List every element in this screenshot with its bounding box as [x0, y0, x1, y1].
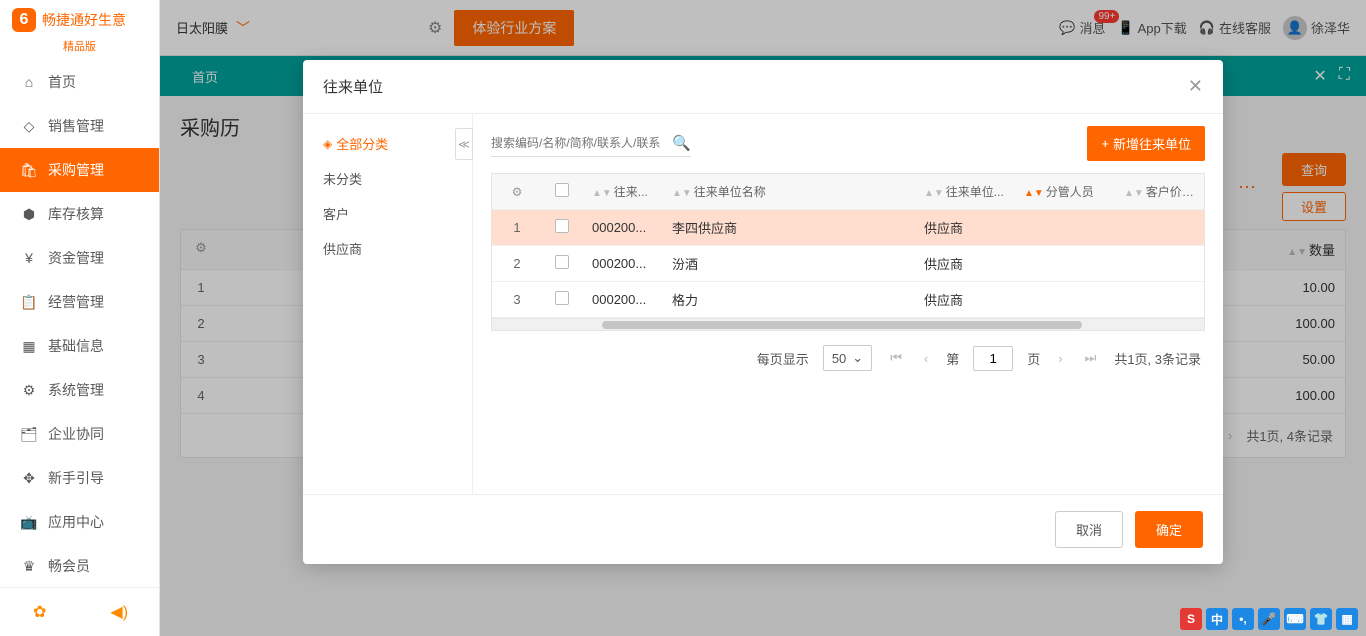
ime-keyboard-icon[interactable]: ⌨: [1284, 608, 1306, 630]
modal-actions: 取消 确定: [303, 494, 1223, 564]
ime-mic-icon[interactable]: 🎤: [1258, 608, 1280, 630]
close-icon[interactable]: ✕: [1188, 76, 1203, 97]
nav-item-11[interactable]: ♛畅会员: [0, 544, 159, 587]
nav-item-10[interactable]: 📺应用中心: [0, 500, 159, 544]
per-page-label: 每页显示: [757, 349, 809, 368]
col-type[interactable]: ▲▼往来单位...: [914, 175, 1014, 208]
nav-item-1[interactable]: ◇销售管理: [0, 104, 159, 148]
modal: 往来单位 ✕ ≪ ◈ 全部分类 未分类 客户 供应商: [303, 60, 1223, 564]
nav-icon: ⚙: [20, 381, 38, 399]
table-header: ⚙ ▲▼往来... ▲▼往来单位名称 ▲▼往来单位... ▲▼分管人员 ▲▼客户…: [492, 174, 1204, 210]
modal-content: 🔍 + 新增往来单位 ⚙ ▲▼往来...: [473, 114, 1223, 494]
pagination-summary: 共1页, 3条记录: [1114, 349, 1201, 368]
nav-icon: ✥: [20, 469, 38, 487]
row-checkbox[interactable]: [555, 255, 569, 269]
ime-zh-icon[interactable]: 中: [1206, 608, 1228, 630]
plus-icon: +: [1101, 136, 1109, 151]
search-icon[interactable]: 🔍: [672, 134, 691, 152]
nav-icon: ¥: [20, 249, 38, 267]
main: 日太阳膜 ﹀ ⚙ 体验行业方案 💬 消息 99+ 📱 App下载 🎧 在线客服 …: [160, 0, 1366, 636]
nav-icon: 🗂: [20, 425, 38, 443]
collapse-icon[interactable]: ◀): [80, 588, 160, 636]
nav-icon: 🛍: [20, 161, 38, 179]
ime-tool-icon[interactable]: ▦: [1336, 608, 1358, 630]
search-input-wrapper: 🔍: [491, 130, 691, 157]
col-price[interactable]: ▲▼客户价格...: [1114, 175, 1204, 208]
folder-icon: ◈: [323, 137, 332, 151]
page-first-icon[interactable]: ⏮: [886, 350, 906, 366]
nav-item-8[interactable]: 🗂企业协同: [0, 412, 159, 456]
modal-title: 往来单位: [323, 76, 383, 97]
logo-text: 畅捷通好生意: [42, 10, 126, 30]
sidebar: 6 畅捷通好生意 精品版 ⌂首页◇销售管理🛍采购管理⬢库存核算¥资金管理📋经营管…: [0, 0, 160, 636]
sidebar-footer: ✿ ◀): [0, 587, 159, 636]
category-uncategorized[interactable]: 未分类: [303, 161, 472, 196]
nav-item-0[interactable]: ⌂首页: [0, 60, 159, 104]
nav-icon: ▦: [20, 337, 38, 355]
add-unit-button[interactable]: + 新增往来单位: [1087, 126, 1205, 161]
select-all-checkbox[interactable]: [555, 183, 569, 197]
settings-icon[interactable]: ✿: [0, 588, 80, 636]
ime-s-icon[interactable]: S: [1180, 608, 1202, 630]
category-supplier[interactable]: 供应商: [303, 231, 472, 266]
nav-item-9[interactable]: ✥新手引导: [0, 456, 159, 500]
table-row[interactable]: 1 000200... 李四供应商 供应商: [492, 210, 1204, 246]
col-manager[interactable]: ▲▼分管人员: [1014, 175, 1114, 208]
table-row[interactable]: 3 000200... 格力 供应商: [492, 282, 1204, 318]
ime-bar: S 中 •, 🎤 ⌨ 👕 ▦: [1180, 608, 1358, 630]
row-checkbox[interactable]: [555, 291, 569, 305]
category-panel: ≪ ◈ 全部分类 未分类 客户 供应商: [303, 114, 473, 494]
ime-punct-icon[interactable]: •,: [1232, 608, 1254, 630]
page-last-icon[interactable]: ⏭: [1081, 350, 1101, 366]
category-customer[interactable]: 客户: [303, 196, 472, 231]
nav-icon: ◇: [20, 117, 38, 135]
logo: 6 畅捷通好生意: [0, 0, 159, 40]
search-input[interactable]: [491, 136, 672, 150]
nav-icon: ♛: [20, 557, 38, 575]
per-page-select[interactable]: 50 ⌄: [823, 345, 872, 371]
nav-item-7[interactable]: ⚙系统管理: [0, 368, 159, 412]
col-name[interactable]: ▲▼往来单位名称: [662, 175, 914, 208]
units-table: ⚙ ▲▼往来... ▲▼往来单位名称 ▲▼往来单位... ▲▼分管人员 ▲▼客户…: [491, 173, 1205, 319]
category-all[interactable]: ◈ 全部分类: [303, 126, 472, 161]
collapse-panel-icon[interactable]: ≪: [455, 128, 473, 160]
nav-list: ⌂首页◇销售管理🛍采购管理⬢库存核算¥资金管理📋经营管理▦基础信息⚙系统管理🗂企…: [0, 60, 159, 587]
nav-icon: ⬢: [20, 205, 38, 223]
nav-item-6[interactable]: ▦基础信息: [0, 324, 159, 368]
chevron-down-icon: ⌄: [852, 350, 863, 366]
table-footer: 每页显示 50 ⌄ ⏮ ‹ 第 页 › ⏭ 共1页: [491, 331, 1205, 377]
modal-header: 往来单位 ✕: [303, 60, 1223, 114]
horizontal-scrollbar[interactable]: [491, 319, 1205, 331]
cancel-button[interactable]: 取消: [1055, 511, 1123, 548]
logo-edition: 精品版: [0, 38, 159, 54]
table-row[interactable]: 2 000200... 汾酒 供应商: [492, 246, 1204, 282]
logo-icon: 6: [12, 8, 36, 32]
nav-item-3[interactable]: ⬢库存核算: [0, 192, 159, 236]
gear-header-icon[interactable]: ⚙: [492, 177, 542, 207]
nav-icon: ⌂: [20, 73, 38, 91]
page-next-icon[interactable]: ›: [1054, 351, 1066, 366]
nav-item-2[interactable]: 🛍采购管理: [0, 148, 159, 192]
page-input[interactable]: [973, 346, 1013, 371]
nav-icon: 📋: [20, 293, 38, 311]
page-prev-icon[interactable]: ‹: [920, 351, 932, 366]
row-checkbox[interactable]: [555, 219, 569, 233]
modal-overlay[interactable]: 往来单位 ✕ ≪ ◈ 全部分类 未分类 客户 供应商: [160, 0, 1366, 636]
ime-skin-icon[interactable]: 👕: [1310, 608, 1332, 630]
nav-item-5[interactable]: 📋经营管理: [0, 280, 159, 324]
col-code[interactable]: ▲▼往来...: [582, 175, 662, 208]
nav-item-4[interactable]: ¥资金管理: [0, 236, 159, 280]
confirm-button[interactable]: 确定: [1135, 511, 1203, 548]
nav-icon: 📺: [20, 513, 38, 531]
